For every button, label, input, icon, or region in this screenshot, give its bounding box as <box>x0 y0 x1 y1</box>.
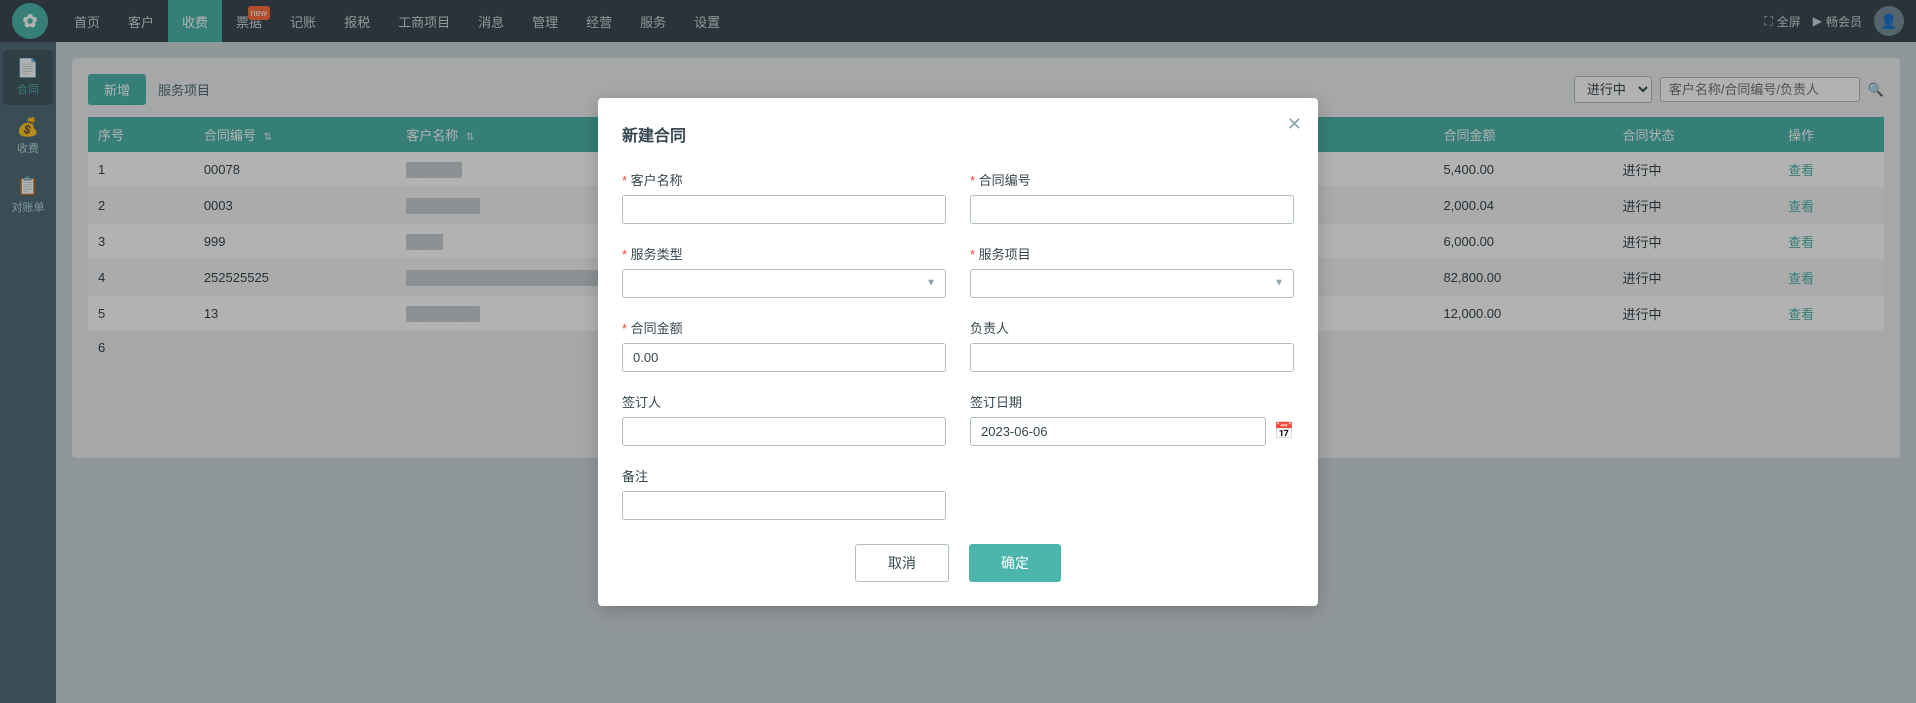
form-field-service-item: 服务项目 <box>970 244 1294 298</box>
notes-label: 备注 <box>622 466 946 485</box>
service-type-select-wrapper <box>622 269 946 298</box>
responsible-person-input[interactable] <box>970 343 1294 372</box>
amount-input[interactable] <box>622 343 946 372</box>
service-item-label: 服务项目 <box>970 244 1294 263</box>
responsible-person-label: 负责人 <box>970 318 1294 337</box>
cancel-button[interactable]: 取消 <box>855 544 949 582</box>
form-field-service-type: 服务类型 <box>622 244 946 298</box>
form-field-responsible-person: 负责人 <box>970 318 1294 372</box>
calendar-icon[interactable]: 📅 <box>1274 421 1294 441</box>
modal-close-button[interactable]: ✕ <box>1287 114 1302 135</box>
form-field-contract-no: 合同编号 <box>970 170 1294 224</box>
customer-name-label: 客户名称 <box>622 170 946 189</box>
amount-label: 合同金额 <box>622 318 946 337</box>
signer-label: 签订人 <box>622 392 946 411</box>
form-row-4: 签订人 签订日期 📅 <box>622 392 1294 446</box>
form-row-1: 客户名称 合同编号 <box>622 170 1294 224</box>
form-field-notes: 备注 <box>622 466 946 520</box>
modal-footer: 取消 确定 <box>622 544 1294 582</box>
service-type-select[interactable] <box>622 269 946 298</box>
service-type-label: 服务类型 <box>622 244 946 263</box>
confirm-button[interactable]: 确定 <box>969 544 1061 582</box>
service-item-select-wrapper <box>970 269 1294 298</box>
signer-input[interactable] <box>622 417 946 446</box>
contract-no-input[interactable] <box>970 195 1294 224</box>
form-field-amount: 合同金额 <box>622 318 946 372</box>
form-row-5: 备注 <box>622 466 1294 520</box>
form-field-sign-date: 签订日期 📅 <box>970 392 1294 446</box>
form-field-signer: 签订人 <box>622 392 946 446</box>
contract-no-label: 合同编号 <box>970 170 1294 189</box>
form-row-3: 合同金额 负责人 <box>622 318 1294 372</box>
sign-date-input[interactable] <box>970 417 1266 446</box>
sign-date-label: 签订日期 <box>970 392 1294 411</box>
customer-name-input[interactable] <box>622 195 946 224</box>
service-item-select[interactable] <box>970 269 1294 298</box>
modal-overlay: 新建合同 ✕ 客户名称 合同编号 服务类型 服务项目 <box>0 0 1916 703</box>
new-contract-modal: 新建合同 ✕ 客户名称 合同编号 服务类型 服务项目 <box>598 98 1318 606</box>
notes-input[interactable] <box>622 491 946 520</box>
form-field-empty <box>970 466 1294 520</box>
form-field-customer-name: 客户名称 <box>622 170 946 224</box>
modal-title: 新建合同 <box>622 122 1294 146</box>
form-row-2: 服务类型 服务项目 <box>622 244 1294 298</box>
